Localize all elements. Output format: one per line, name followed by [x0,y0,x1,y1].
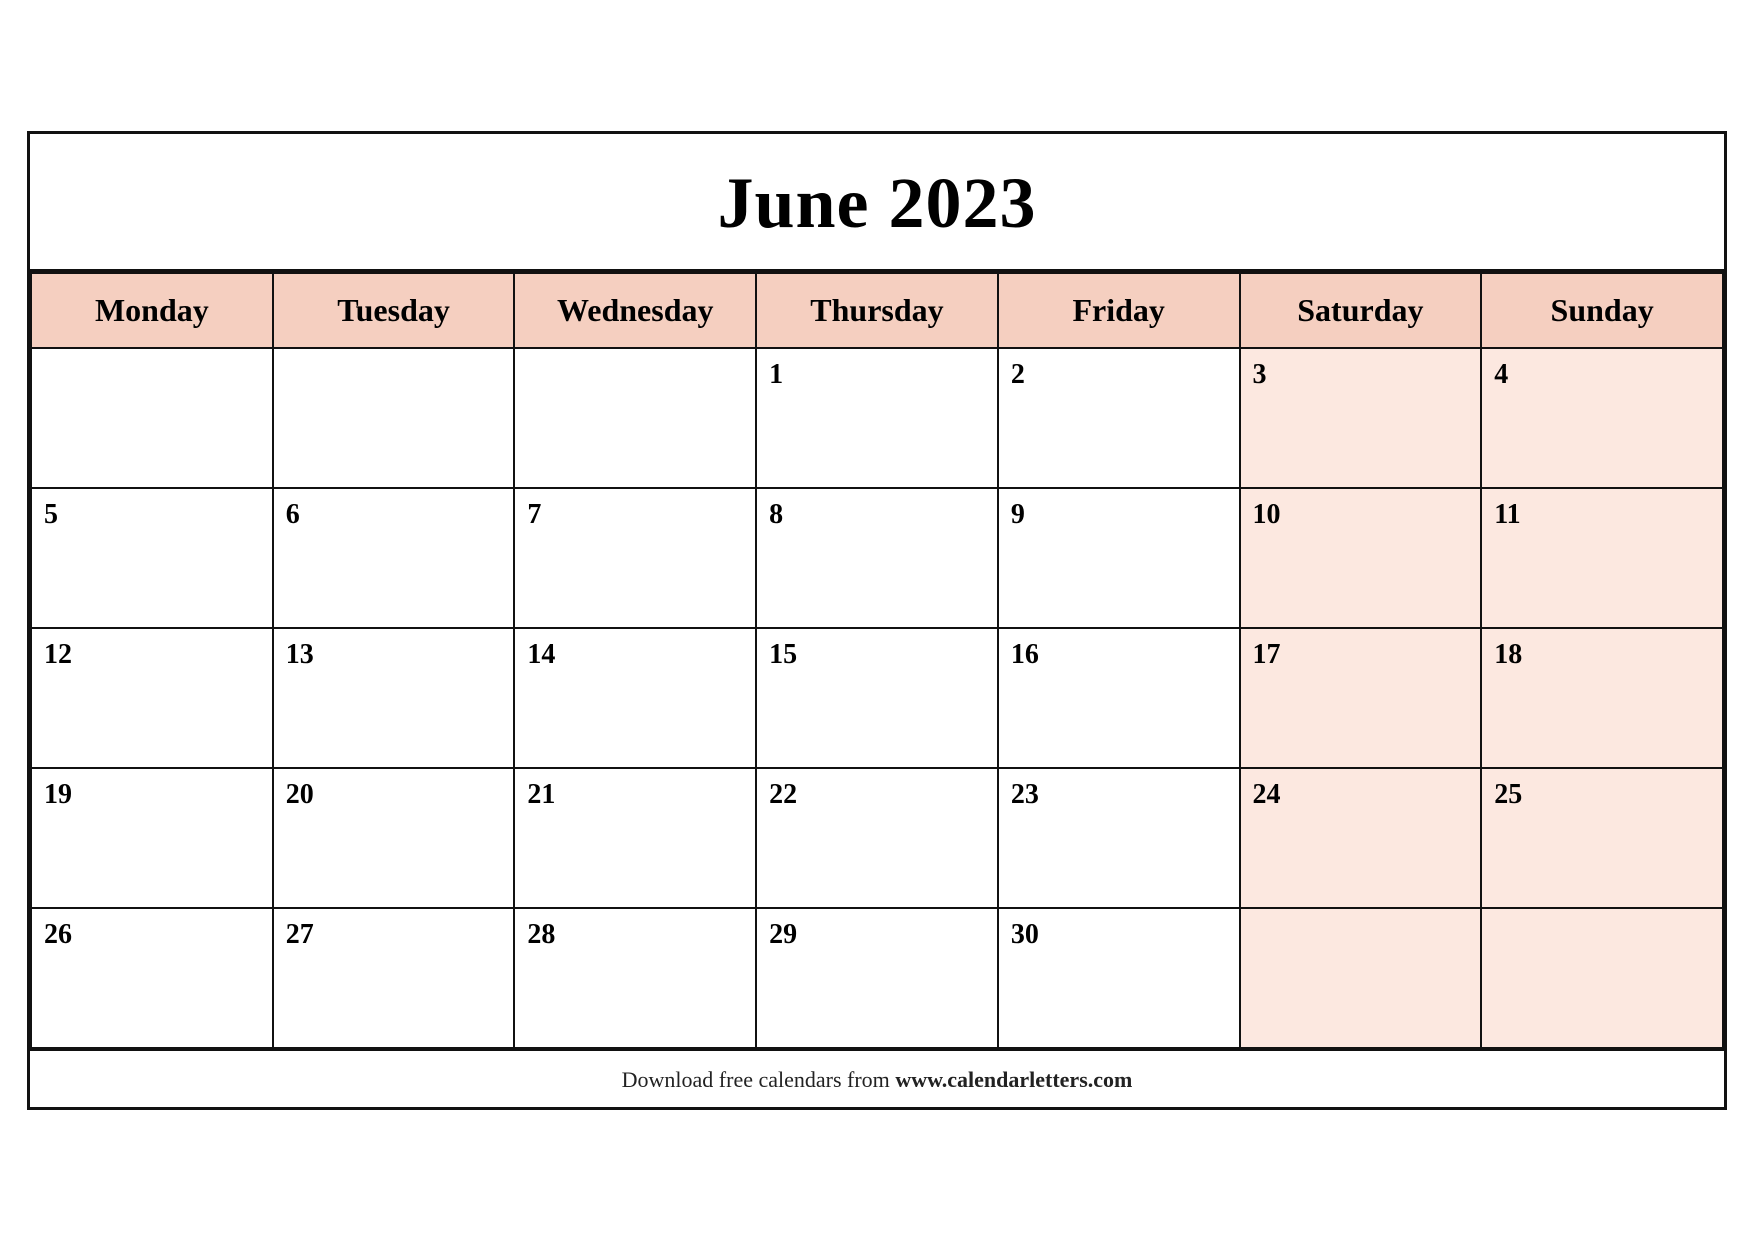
header-tuesday: Tuesday [273,273,515,348]
day-cell: 15 [756,628,998,768]
week-row-5: 2627282930 [31,908,1723,1048]
day-cell: 12 [31,628,273,768]
day-cell: 25 [1481,768,1723,908]
day-cell: 14 [514,628,756,768]
day-cell: 20 [273,768,515,908]
week-row-4: 19202122232425 [31,768,1723,908]
calendar-footer: Download free calendars from www.calenda… [30,1049,1724,1107]
day-cell: 6 [273,488,515,628]
day-cell: 17 [1240,628,1482,768]
day-cell: 5 [31,488,273,628]
day-cell: 26 [31,908,273,1048]
week-row-1: 1234 [31,348,1723,488]
day-cell: 3 [1240,348,1482,488]
day-cell: 1 [756,348,998,488]
day-cell: 13 [273,628,515,768]
day-cell: 2 [998,348,1240,488]
day-cell: 18 [1481,628,1723,768]
day-cell: 16 [998,628,1240,768]
footer-link: www.calendarletters.com [895,1067,1132,1092]
day-cell: 23 [998,768,1240,908]
header-sunday: Sunday [1481,273,1723,348]
day-cell [273,348,515,488]
header-friday: Friday [998,273,1240,348]
header-monday: Monday [31,273,273,348]
day-cell: 10 [1240,488,1482,628]
footer-text: Download free calendars from [622,1067,896,1092]
day-cell: 8 [756,488,998,628]
week-row-3: 12131415161718 [31,628,1723,768]
header-row: MondayTuesdayWednesdayThursdayFridaySatu… [31,273,1723,348]
calendar-page: June 2023 MondayTuesdayWednesdayThursday… [27,131,1727,1110]
day-cell: 11 [1481,488,1723,628]
day-cell: 9 [998,488,1240,628]
day-cell [1240,908,1482,1048]
day-cell: 7 [514,488,756,628]
day-cell: 28 [514,908,756,1048]
day-cell: 27 [273,908,515,1048]
day-cell: 24 [1240,768,1482,908]
day-cell: 21 [514,768,756,908]
calendar-grid: MondayTuesdayWednesdayThursdayFridaySatu… [30,272,1724,1049]
day-cell [31,348,273,488]
header-thursday: Thursday [756,273,998,348]
calendar-title: June 2023 [30,134,1724,272]
day-cell: 30 [998,908,1240,1048]
week-row-2: 567891011 [31,488,1723,628]
day-cell: 19 [31,768,273,908]
header-saturday: Saturday [1240,273,1482,348]
day-cell: 29 [756,908,998,1048]
day-cell: 22 [756,768,998,908]
header-wednesday: Wednesday [514,273,756,348]
day-cell [514,348,756,488]
day-cell [1481,908,1723,1048]
day-cell: 4 [1481,348,1723,488]
